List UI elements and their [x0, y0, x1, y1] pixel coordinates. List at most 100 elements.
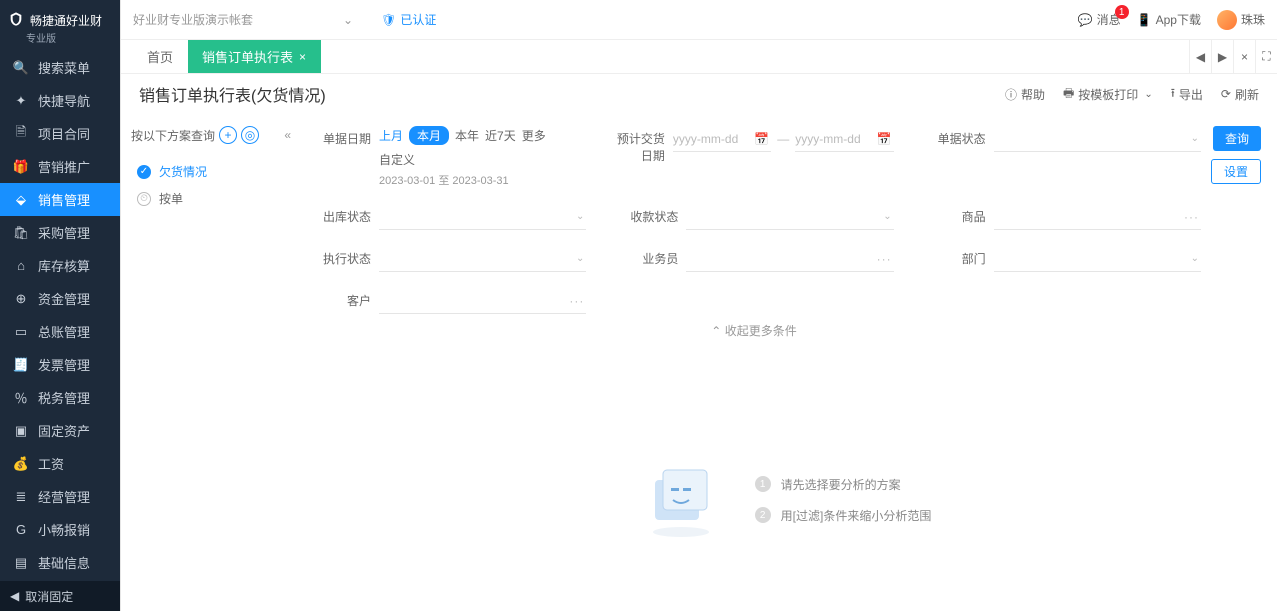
pay-status-select[interactable]: ⌄	[686, 204, 893, 230]
download-button[interactable]: 📱 App下载	[1137, 11, 1201, 28]
nav-ledger[interactable]: ▭总账管理	[0, 315, 120, 348]
export-button[interactable]: ⭱导出	[1171, 84, 1203, 105]
nav-sales[interactable]: ⬙销售管理	[0, 183, 120, 216]
chevron-down-icon: ⌄	[343, 13, 353, 27]
nav-label: 发票管理	[38, 355, 90, 374]
tab-home[interactable]: 首页	[133, 40, 188, 73]
chevron-up-icon: ⌃	[711, 324, 721, 338]
nav-tax[interactable]: ％税务管理	[0, 381, 120, 414]
nav-search[interactable]: 🔍搜索菜单	[0, 51, 120, 84]
nav-salary[interactable]: 💰工资	[0, 447, 120, 480]
query-button[interactable]: 查询	[1213, 126, 1261, 151]
dept-select[interactable]: ⌄	[994, 246, 1201, 272]
settings-button[interactable]: 设置	[1211, 159, 1261, 184]
cube-icon: ▣	[14, 423, 28, 439]
print-button[interactable]: 🖶按模板打印⌄	[1063, 84, 1153, 105]
chip-more[interactable]: 更多	[522, 127, 546, 144]
tab-close-icon[interactable]: ×	[299, 50, 306, 64]
help-button[interactable]: ⓘ帮助	[1005, 86, 1045, 103]
exec-status-label: 执行状态	[307, 246, 379, 267]
filter-goods: 商品 ···	[922, 204, 1201, 230]
list-icon: ▤	[14, 555, 28, 571]
coin-icon: ⊕	[14, 291, 28, 307]
house-icon: ⌂	[14, 258, 28, 273]
avatar	[1217, 10, 1237, 30]
user-menu[interactable]: 珠珠	[1217, 10, 1265, 30]
exec-status-select[interactable]: ⌄	[379, 246, 586, 272]
filter-customer: 客户 ···	[307, 288, 586, 314]
filter-doc-status: 单据状态 ⌄	[922, 126, 1201, 188]
collapse-label: 收起更多条件	[725, 324, 797, 338]
doc-status-select[interactable]: ⌄	[994, 126, 1201, 152]
gift-icon: 🎁	[14, 159, 28, 175]
scheme-header: 按以下方案查询 + ◎	[131, 126, 281, 144]
messages-button[interactable]: 💬 消息 1	[1078, 11, 1121, 28]
refresh-button[interactable]: ⟳刷新	[1221, 86, 1259, 103]
est-date-to[interactable]: yyyy-mm-dd📅	[795, 126, 893, 152]
org-selector[interactable]: 好业财专业版演示帐套 ⌄	[133, 11, 353, 28]
nav-invoice[interactable]: 🧾发票管理	[0, 348, 120, 381]
empty-state: 1 请先选择要分析的方案 2 用[过滤]条件来缩小分析范围	[291, 389, 1277, 611]
calendar-icon: 📅	[754, 132, 769, 146]
scheme-item-shortage[interactable]: ✓ 欠货情况	[131, 158, 281, 185]
nav-asset[interactable]: ▣固定资产	[0, 414, 120, 447]
user-name: 珠珠	[1241, 11, 1265, 28]
refresh-icon: G	[14, 522, 28, 537]
nav-label: 销售管理	[38, 190, 90, 209]
chip-7days[interactable]: 近7天	[485, 127, 516, 144]
scheme-add-button[interactable]: +	[219, 126, 237, 144]
tab-close-all[interactable]: ×	[1233, 40, 1255, 74]
out-status-select[interactable]: ⌄	[379, 204, 586, 230]
date-chips: 上月 本月 本年 近7天 更多 自定义	[379, 126, 586, 170]
nav-contract[interactable]: 🗎项目合同	[0, 117, 120, 150]
empty-illustration	[637, 460, 727, 540]
goods-picker[interactable]: ···	[994, 204, 1201, 230]
collapse-more-button[interactable]: ⌃ 收起更多条件	[307, 314, 1201, 343]
nav-expense[interactable]: G 小畅报销	[0, 513, 120, 546]
tab-next[interactable]: ▶	[1211, 40, 1233, 74]
est-date-from[interactable]: yyyy-mm-dd📅	[673, 126, 771, 152]
nav-label: 营销推广	[38, 157, 90, 176]
scheme-collapse-button[interactable]: «	[284, 128, 291, 142]
salesman-picker[interactable]: ···	[686, 246, 893, 272]
main: 好业财专业版演示帐套 ⌄ 🛡 已认证 💬 消息 1 📱 App下载	[120, 0, 1277, 611]
chart-icon: ≣	[14, 489, 28, 505]
page-title: 销售订单执行表(欠货情况)	[139, 82, 326, 106]
nav-basic[interactable]: ▤ 基础信息	[0, 546, 120, 579]
nav-purchase[interactable]: 🛍采购管理	[0, 216, 120, 249]
nav-marketing[interactable]: 🎁 营销推广	[0, 150, 120, 183]
tab-bar: 首页 销售订单执行表 × ◀ ▶ × ⛶	[121, 40, 1277, 74]
more-icon: ···	[569, 294, 584, 308]
nav-label: 快捷导航	[38, 91, 90, 110]
nav-quick[interactable]: ✦快捷导航	[0, 84, 120, 117]
tab-prev[interactable]: ◀	[1189, 40, 1211, 74]
bag-icon: 🛍	[14, 225, 28, 241]
step-num-1: 1	[755, 476, 771, 492]
verified-badge[interactable]: 🛡 已认证	[381, 11, 436, 28]
chip-this-year[interactable]: 本年	[455, 127, 479, 144]
brand-sub: 专业版	[0, 30, 120, 45]
customer-picker[interactable]: ···	[379, 288, 586, 314]
nav-label: 小畅报销	[38, 520, 90, 539]
nav-inventory[interactable]: ⌂ 库存核算	[0, 249, 120, 282]
chip-custom[interactable]: 自定义	[379, 151, 415, 168]
nav: 🔍搜索菜单 ✦快捷导航 🗎项目合同 🎁 营销推广 ⬙销售管理 🛍采购管理 ⌂ 库存核…	[0, 51, 120, 581]
scheme-panel: 按以下方案查询 + ◎ « ✓ 欠货情况 ⏲ 按单	[121, 114, 291, 611]
file-icon: 🗎	[14, 123, 28, 145]
nav-label: 基础信息	[38, 553, 90, 572]
tab-active[interactable]: 销售订单执行表 ×	[188, 40, 321, 73]
nav-business[interactable]: ≣经营管理	[0, 480, 120, 513]
scheme-target-button[interactable]: ◎	[241, 126, 259, 144]
sidebar-unpin[interactable]: ◀ 取消固定	[0, 581, 120, 611]
check-icon: ✓	[137, 165, 151, 179]
nav-label: 库存核算	[38, 256, 90, 275]
unpin-label: 取消固定	[25, 588, 73, 605]
chip-this-month[interactable]: 本月	[409, 126, 449, 145]
tab-home-label: 首页	[147, 47, 173, 66]
tab-fullscreen[interactable]: ⛶	[1255, 40, 1277, 74]
nav-fund[interactable]: ⊕资金管理	[0, 282, 120, 315]
doc-date-label: 单据日期	[307, 126, 379, 147]
pay-status-label: 收款状态	[614, 204, 686, 225]
scheme-item-byorder[interactable]: ⏲ 按单	[131, 185, 281, 212]
chip-last-month[interactable]: 上月	[379, 127, 403, 144]
